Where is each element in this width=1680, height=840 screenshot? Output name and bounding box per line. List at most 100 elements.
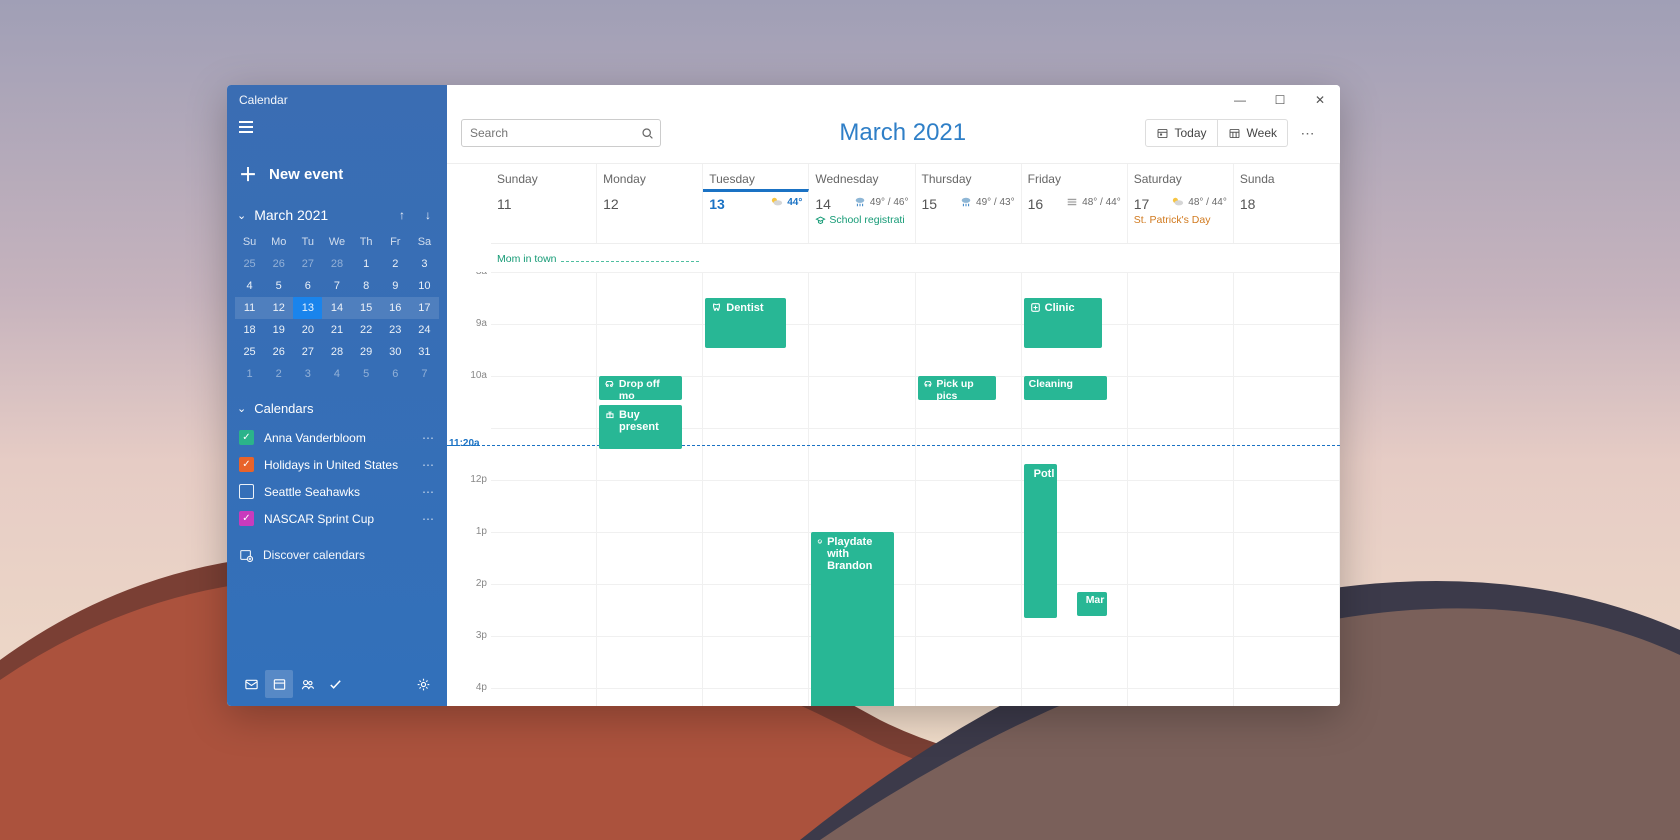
hour-cell[interactable] xyxy=(1128,585,1234,636)
date-cell[interactable]: 11 xyxy=(491,192,597,243)
hour-cell[interactable] xyxy=(1128,325,1234,376)
hour-cell[interactable] xyxy=(491,533,597,584)
hour-cell[interactable] xyxy=(491,689,597,706)
calendar-event[interactable]: Clinic xyxy=(1024,298,1103,348)
hour-cell[interactable] xyxy=(809,429,915,480)
date-cell[interactable]: 18 xyxy=(1234,192,1340,243)
more-menu-button[interactable]: ⋯ xyxy=(1296,125,1320,142)
week-view-button[interactable]: Week xyxy=(1218,119,1288,147)
calendar-checkbox[interactable]: ✓ xyxy=(239,457,254,472)
mini-cal-day[interactable]: 28 xyxy=(322,341,351,363)
hour-cell[interactable] xyxy=(1234,377,1340,428)
hour-cell[interactable] xyxy=(916,429,1022,480)
mini-cal-day[interactable]: 20 xyxy=(293,319,322,341)
mini-cal-day[interactable]: 21 xyxy=(322,319,351,341)
hour-cell[interactable] xyxy=(1128,377,1234,428)
hour-cell[interactable] xyxy=(703,585,809,636)
search-button[interactable] xyxy=(637,123,657,143)
chevron-down-icon[interactable]: ⌄ xyxy=(237,209,246,222)
mini-cal-day[interactable]: 3 xyxy=(410,253,439,275)
hour-cell[interactable] xyxy=(1234,637,1340,688)
hour-cell[interactable] xyxy=(1128,637,1234,688)
hour-cell[interactable] xyxy=(1022,637,1128,688)
calendar-list-item[interactable]: Seattle Seahawks⋯ xyxy=(227,478,447,505)
hour-cell[interactable] xyxy=(1234,481,1340,532)
mini-cal-day[interactable]: 8 xyxy=(352,275,381,297)
date-cell[interactable]: 1449° / 46°School registrati xyxy=(809,192,915,243)
mini-cal-day[interactable]: 4 xyxy=(322,363,351,385)
calendar-event[interactable]: Potl xyxy=(1024,464,1057,618)
window-maximize-button[interactable]: ☐ xyxy=(1260,85,1300,115)
mini-cal-day[interactable]: 23 xyxy=(381,319,410,341)
mini-cal-day[interactable]: 29 xyxy=(352,341,381,363)
hour-cell[interactable] xyxy=(1234,533,1340,584)
date-cell[interactable]: 1344° xyxy=(703,189,809,243)
date-cell[interactable]: 12 xyxy=(597,192,703,243)
hour-cell[interactable] xyxy=(1234,429,1340,480)
mini-cal-day[interactable]: 18 xyxy=(235,319,264,341)
mini-cal-day[interactable]: 2 xyxy=(264,363,293,385)
hour-cell[interactable] xyxy=(1022,689,1128,706)
hour-cell[interactable] xyxy=(809,481,915,532)
search-field[interactable] xyxy=(461,119,661,147)
hour-cell[interactable] xyxy=(597,689,703,706)
mini-cal-day[interactable]: 7 xyxy=(322,275,351,297)
calendar-more-button[interactable]: ⋯ xyxy=(422,458,435,472)
hour-cell[interactable] xyxy=(597,637,703,688)
allday-event-label[interactable]: Mom in town xyxy=(493,253,557,265)
mini-cal-day[interactable]: 16 xyxy=(381,297,410,319)
hamburger-menu-button[interactable] xyxy=(227,115,447,153)
mini-cal-day[interactable]: 28 xyxy=(322,253,351,275)
mini-cal-day[interactable]: 14 xyxy=(322,297,351,319)
calendar-list-item[interactable]: ✓Anna Vanderbloom⋯ xyxy=(227,424,447,451)
hour-cell[interactable] xyxy=(1128,481,1234,532)
calendar-more-button[interactable]: ⋯ xyxy=(422,485,435,499)
discover-calendars-button[interactable]: Discover calendars xyxy=(227,534,447,576)
hour-cell[interactable] xyxy=(916,637,1022,688)
mini-cal-day[interactable]: 5 xyxy=(264,275,293,297)
calendar-app-button[interactable] xyxy=(265,670,293,698)
allday-event[interactable]: School registrati xyxy=(815,214,908,226)
calendar-event[interactable]: Cleaning xyxy=(1024,376,1107,400)
todo-app-button[interactable] xyxy=(321,670,349,698)
hour-cell[interactable] xyxy=(703,689,809,706)
mini-cal-day[interactable]: 4 xyxy=(235,275,264,297)
hour-cell[interactable] xyxy=(916,533,1022,584)
mini-cal-day[interactable]: 6 xyxy=(293,275,322,297)
hour-cell[interactable] xyxy=(916,585,1022,636)
mini-cal-day[interactable]: 27 xyxy=(293,253,322,275)
mini-cal-day[interactable]: 26 xyxy=(264,253,293,275)
date-cell[interactable]: 1549° / 43° xyxy=(916,192,1022,243)
calendar-event[interactable]: Drop off mo xyxy=(599,376,682,400)
window-minimize-button[interactable]: — xyxy=(1220,85,1260,115)
hour-cell[interactable] xyxy=(1128,689,1234,706)
mini-cal-day[interactable]: 1 xyxy=(352,253,381,275)
people-app-button[interactable] xyxy=(293,670,321,698)
new-event-button[interactable]: ＋ New event xyxy=(227,153,447,203)
calendar-checkbox[interactable] xyxy=(239,484,254,499)
hour-cell[interactable] xyxy=(597,325,703,376)
mini-cal-day[interactable]: 25 xyxy=(235,253,264,275)
mini-cal-day[interactable]: 3 xyxy=(293,363,322,385)
hour-cell[interactable] xyxy=(809,325,915,376)
search-input[interactable] xyxy=(461,119,661,147)
mini-cal-day[interactable]: 27 xyxy=(293,341,322,363)
mini-cal-day[interactable]: 2 xyxy=(381,253,410,275)
hour-cell[interactable] xyxy=(916,481,1022,532)
mini-cal-day[interactable]: 24 xyxy=(410,319,439,341)
hour-cell[interactable] xyxy=(597,481,703,532)
chevron-down-icon[interactable]: ⌄ xyxy=(237,402,246,415)
calendar-list-item[interactable]: ✓NASCAR Sprint Cup⋯ xyxy=(227,505,447,532)
window-close-button[interactable]: ✕ xyxy=(1300,85,1340,115)
mini-cal-day[interactable]: 12 xyxy=(264,297,293,319)
hour-cell[interactable] xyxy=(491,325,597,376)
mini-cal-day[interactable]: 19 xyxy=(264,319,293,341)
hour-cell[interactable] xyxy=(916,689,1022,706)
mini-cal-day[interactable]: 9 xyxy=(381,275,410,297)
hour-cell[interactable] xyxy=(703,429,809,480)
hour-cell[interactable] xyxy=(1234,325,1340,376)
mini-cal-day[interactable]: 26 xyxy=(264,341,293,363)
mini-cal-day[interactable]: 7 xyxy=(410,363,439,385)
mini-cal-day[interactable]: 5 xyxy=(352,363,381,385)
calendar-list-item[interactable]: ✓Holidays in United States⋯ xyxy=(227,451,447,478)
